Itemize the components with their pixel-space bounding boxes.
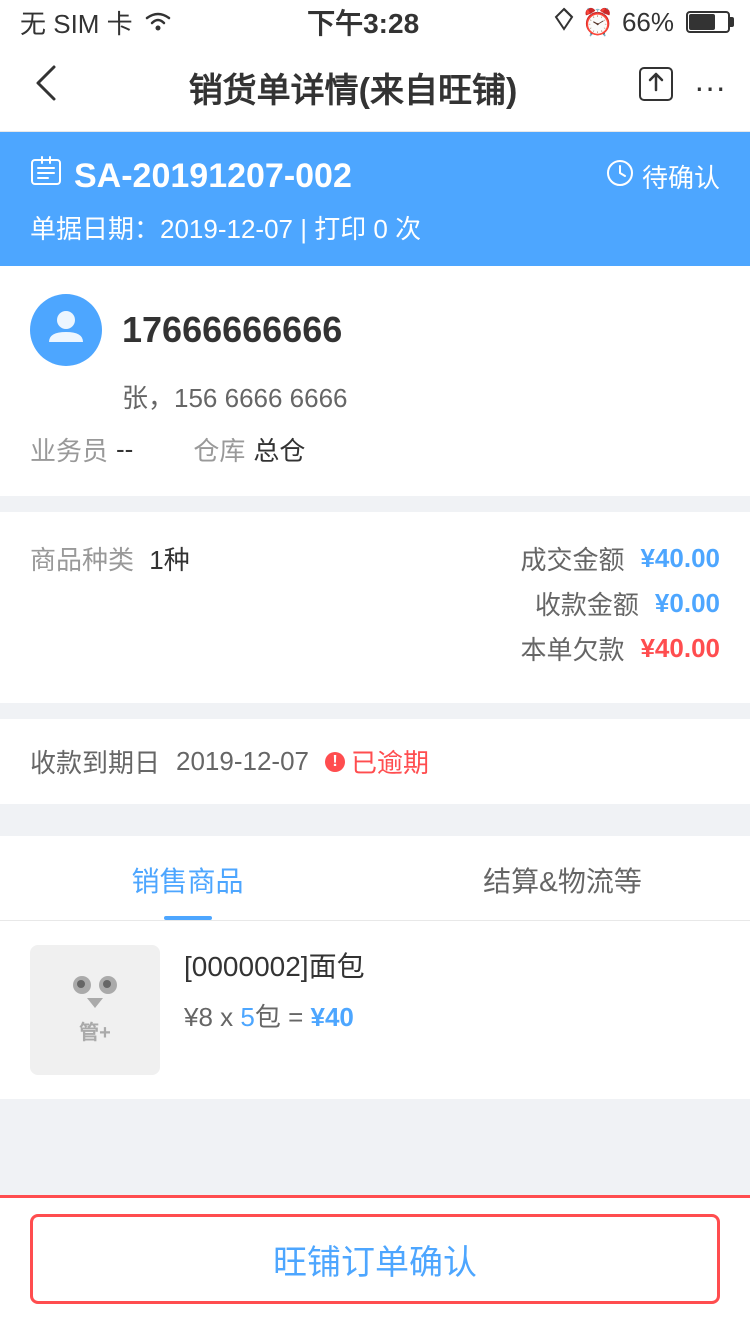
order-banner: SA-20191207-002 待确认 单据日期：2019-12-07 | 打印… [0,132,750,266]
carrier-label: 无 SIM 卡 [20,4,133,41]
divider [0,820,750,836]
amount-value: ¥40.00 [640,543,720,574]
bottom-bar: 旺铺订单确认 [0,1195,750,1334]
confirm-button[interactable]: 旺铺订单确认 [30,1214,720,1304]
due-section: 收款到期日 2019-12-07 ! 已逾期 [0,719,750,804]
tab-settlement[interactable]: 结算&物流等 [375,836,750,920]
back-button[interactable] [24,53,68,122]
summary-left: 商品种类 1种 [30,540,190,577]
order-status: 待确认 [606,158,720,195]
order-print: | 打印 0 次 [300,214,421,244]
owl-eyes [73,976,117,994]
order-banner-top: SA-20191207-002 待确认 [30,156,720,197]
received-value: ¥0.00 [655,588,720,619]
battery-icon [686,11,730,33]
received-item: 收款金额 ¥0.00 [520,585,720,622]
warehouse-label: 仓库 [193,431,245,468]
order-date: 单据日期：2019-12-07 [30,214,293,244]
price-unit: 包 [255,1002,288,1032]
order-meta: 单据日期：2019-12-07 | 打印 0 次 [30,209,720,246]
customer-row: 17666666666 [30,294,720,366]
product-code: [0000002] [184,951,309,982]
customer-name: 张，156 6666 6666 [30,378,720,415]
summary-section: 商品种类 1种 成交金额 ¥40.00 收款金额 ¥0.00 本单欠款 ¥40.… [0,512,750,703]
owl-text: 管+ [79,1016,111,1045]
order-id: SA-20191207-002 [30,156,352,197]
due-label: 收款到期日 [30,743,160,780]
order-id-text: SA-20191207-002 [74,157,352,196]
overdue-text: 已逾期 [351,743,429,780]
price-equals: = [288,1002,310,1032]
summary-right: 成交金额 ¥40.00 收款金额 ¥0.00 本单欠款 ¥40.00 [520,540,720,675]
owl-beak [87,998,103,1008]
status-bar: 无 SIM 卡 下午3:28 ⏰ 66% [0,0,750,44]
tab-bar: 销售商品 结算&物流等 [0,836,750,921]
warehouse-value: 总仓 [253,431,305,468]
type-value: 1种 [149,545,189,575]
overdue-badge: ! 已逾期 [325,743,429,780]
product-name: [0000002]面包 [184,945,720,985]
location-icon [554,7,574,38]
price-total: ¥40 [311,1002,354,1032]
tab-products[interactable]: 销售商品 [0,836,375,920]
avatar [30,294,102,366]
user-icon [45,304,87,356]
owl-eye-right [99,976,117,994]
alarm-icon: ⏰ [582,7,614,38]
overdue-icon: ! [325,752,345,772]
product-section: 管+ [0000002]面包 ¥8 x 5包 = ¥40 [0,921,750,1099]
price-qty: 5 [240,1002,254,1032]
product-thumbnail: 管+ [30,945,160,1075]
customer-meta: 业务员 -- 仓库 总仓 [30,431,720,468]
customer-phone: 17666666666 [122,309,342,351]
warehouse-meta: 仓库 总仓 [193,431,305,468]
status-clock-icon [606,159,634,194]
price-value: ¥8 [184,1002,220,1032]
status-time: 下午3:28 [307,2,419,42]
order-id-icon [30,156,62,197]
share-button[interactable] [638,66,674,110]
type-label: 商品种类 [30,545,134,575]
tab-underline [164,916,212,920]
page-title: 销货单详情(来自旺铺) [189,63,518,112]
product-item: 管+ [0000002]面包 ¥8 x 5包 = ¥40 [30,945,720,1075]
sales-label: 业务员 [30,431,108,468]
owed-value: ¥40.00 [640,633,720,664]
product-thumb-owl: 管+ [73,976,117,1045]
summary-row: 商品种类 1种 成交金额 ¥40.00 收款金额 ¥0.00 本单欠款 ¥40.… [30,540,720,675]
owed-item: 本单欠款 ¥40.00 [520,630,720,667]
product-name-text: 面包 [309,951,365,982]
sales-meta: 业务员 -- [30,431,133,468]
more-button[interactable]: ··· [694,69,726,106]
sales-value: -- [116,434,133,465]
status-text: 待确认 [642,158,720,195]
nav-actions: ··· [638,66,726,110]
product-info: [0000002]面包 ¥8 x 5包 = ¥40 [184,945,720,1075]
nav-bar: 销货单详情(来自旺铺) ··· [0,44,750,132]
wifi-icon [143,7,173,38]
status-right: ⏰ 66% [554,7,730,38]
customer-section: 17666666666 张，156 6666 6666 业务员 -- 仓库 总仓 [0,266,750,496]
status-left: 无 SIM 卡 [20,4,173,41]
tab-products-label: 销售商品 [131,866,243,897]
received-label: 收款金额 [535,585,639,622]
tab-settlement-label: 结算&物流等 [483,866,642,897]
battery-label: 66% [622,7,674,38]
amount-item: 成交金额 ¥40.00 [520,540,720,577]
product-price: ¥8 x 5包 = ¥40 [184,997,720,1034]
due-date: 2019-12-07 [176,746,309,777]
price-multiply: x [220,1002,240,1032]
owl-eye-left [73,976,91,994]
owed-label: 本单欠款 [520,630,624,667]
amount-label: 成交金额 [520,540,624,577]
